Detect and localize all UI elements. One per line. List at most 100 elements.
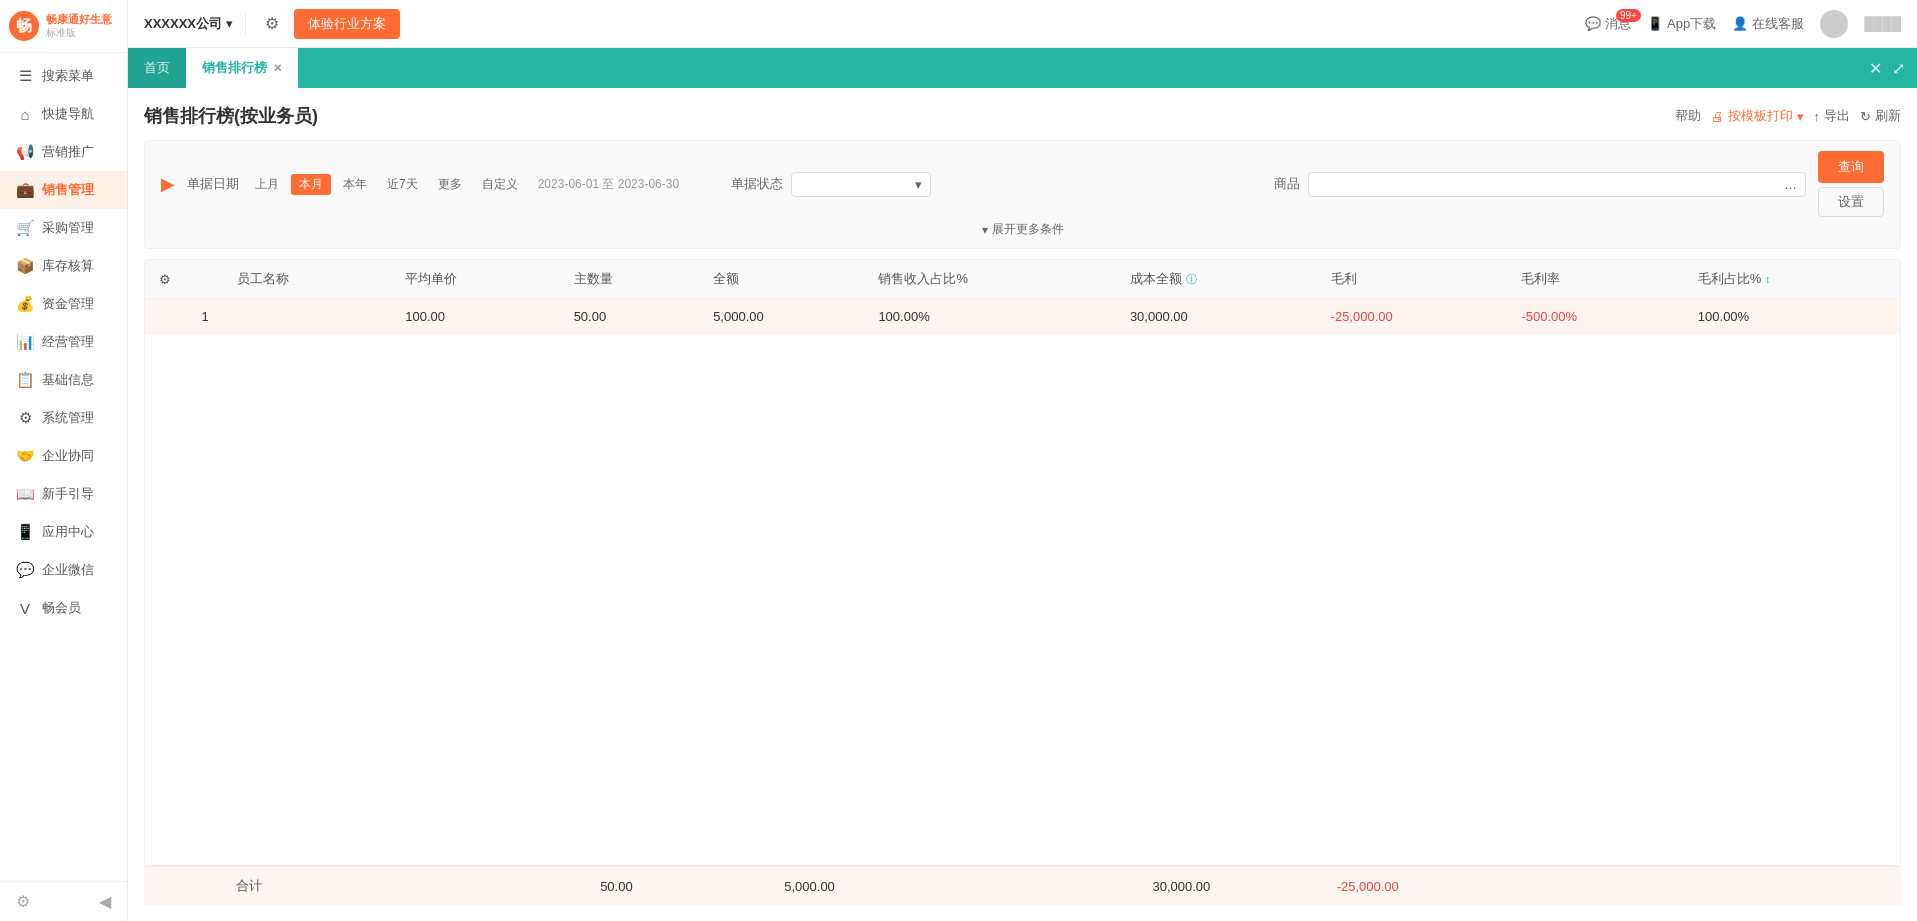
col-name: 员工名称 [225,260,393,299]
row-name [225,299,393,335]
sidebar-gear-icon[interactable]: ⚙ [16,892,30,911]
svg-text:畅: 畅 [16,17,32,34]
col-avg-price: 平均单价 [393,260,561,299]
expand-icon: ▾ [982,223,988,237]
table-body: 1 100.00 50.00 5,000.00 100.00% 30,000.0… [145,299,1900,335]
topbar-right: 💬 消息 99+ 📱 App下载 👤 在线客服 ████ [1585,10,1901,38]
print-dropdown-icon: ▾ [1797,109,1804,124]
tabbar-close-icon[interactable]: ✕ [1869,59,1882,78]
tab-sales-ranking-label: 销售排行榜 [202,59,267,77]
topbar-divider [245,14,246,34]
export-label: 导出 [1824,107,1850,125]
sidebar-nav: ☰搜索菜单⌂快捷导航 📢 营销推广 💼 销售管理 🛒采购管理📦库存核算💰资金管理📊经营管理… [0,53,127,881]
nav-label-3: 销售管理 [42,181,94,199]
row-gross-pct: 100.00% [1686,299,1900,335]
sidebar-item-3[interactable]: 💼 销售管理 [0,171,127,209]
sidebar-item-2[interactable]: 📢 营销推广 [0,133,127,171]
refresh-button[interactable]: ↻ 刷新 [1860,107,1901,125]
col-settings[interactable]: ⚙ [145,260,185,299]
row-amount: 5,000.00 [701,299,866,335]
nav-icon-3: 💼 [16,181,34,199]
expand-button[interactable]: ▾ 展开更多条件 [982,221,1064,238]
nav-label-1: 快捷导航 [42,105,94,123]
sidebar-item-9[interactable]: ⚙系统管理 [0,399,127,437]
sidebar-item-14[interactable]: V畅会员 [0,589,127,627]
service-icon: 👤 [1732,16,1748,31]
goods-label: 商品 [1274,175,1300,193]
date-tab-this-month[interactable]: 本月 [291,174,331,195]
filter-bar: ▶ 单据日期 上月 本月 本年 近7天 更多 自定义 2023-06-01 至 … [144,140,1901,249]
refresh-icon: ↻ [1860,109,1871,124]
sidebar-item-11[interactable]: 📖新手引导 [0,475,127,513]
trial-button[interactable]: 体验行业方案 [294,9,400,39]
sidebar-collapse-icon[interactable]: ◀ [99,892,111,911]
tab-close-icon[interactable]: ✕ [273,62,282,75]
goods-more-icon: … [1784,177,1797,192]
sidebar-logo: 畅 畅康通好生意 标准版 [0,0,127,53]
footer-label: 合计 [236,877,416,895]
app-download-button[interactable]: 📱 App下载 [1647,15,1716,33]
export-button[interactable]: ↑ 导出 [1814,107,1851,125]
nav-icon-7: 📊 [16,333,34,351]
col-gross-pct: 毛利占比% ↕ [1686,260,1900,299]
date-tab-last-month[interactable]: 上月 [247,174,287,195]
sidebar: 畅 畅康通好生意 标准版 ☰搜索菜单⌂快捷导航 📢 营销推广 💼 销售管理 🛒采购管理📦库… [0,0,128,921]
col-gross-rate: 毛利率 [1509,260,1685,299]
sidebar-item-5[interactable]: 📦库存核算 [0,247,127,285]
query-button[interactable]: 查询 [1818,151,1884,183]
app-name: 畅康通好生意 [46,12,112,26]
nav-label-12: 应用中心 [42,523,94,541]
online-service-button[interactable]: 👤 在线客服 [1732,15,1804,33]
nav-label-14: 畅会员 [42,599,81,617]
sidebar-item-0[interactable]: ☰搜索菜单 [0,57,127,95]
date-tabs: 上月 本月 本年 近7天 更多 自定义 [247,174,526,195]
filter-collapse-btn[interactable]: ▶ [161,173,175,195]
date-tab-this-year[interactable]: 本年 [335,174,375,195]
date-tab-custom[interactable]: 自定义 [474,174,526,195]
topbar-settings-button[interactable]: ⚙ [258,10,286,38]
expand-label: 展开更多条件 [992,221,1064,238]
company-selector[interactable]: XXXXXX公司 ▾ [144,15,233,33]
date-range: 2023-06-01 至 2023-06-30 [538,176,679,193]
nav-icon-13: 💬 [16,561,34,579]
sidebar-item-13[interactable]: 💬企业微信 [0,551,127,589]
status-select[interactable]: ▾ [791,172,931,197]
main-area: XXXXXX公司 ▾ ⚙ 体验行业方案 💬 消息 99+ 📱 App下载 👤 在… [128,0,1917,921]
settings-side-button[interactable]: 设置 [1818,187,1884,217]
nav-label-2: 营销推广 [42,143,94,161]
date-tab-7days[interactable]: 近7天 [379,174,426,195]
tabbar-expand-icon[interactable]: ⤢ [1892,59,1905,78]
company-dropdown-icon: ▾ [226,16,233,31]
nav-label-11: 新手引导 [42,485,94,503]
row-gross-rate: -500.00% [1509,299,1685,335]
nav-icon-4: 🛒 [16,219,34,237]
row-rank: 1 [185,299,225,335]
sidebar-item-1[interactable]: ⌂快捷导航 [0,95,127,133]
filter-row: ▶ 单据日期 上月 本月 本年 近7天 更多 自定义 2023-06-01 至 … [161,151,1884,217]
date-tab-more[interactable]: 更多 [430,174,470,195]
sidebar-item-6[interactable]: 💰资金管理 [0,285,127,323]
sidebar-item-4[interactable]: 🛒采购管理 [0,209,127,247]
page-title: 销售排行榜(按业务员) [144,104,318,128]
goods-select[interactable]: … [1308,172,1806,197]
page-header: 销售排行榜(按业务员) 帮助 🖨 按模板打印 ▾ ↑ 导出 ↻ 刷新 [144,104,1901,128]
col-qty: 主数量 [562,260,702,299]
col-rank [185,260,225,299]
nav-label-9: 系统管理 [42,409,94,427]
col-amount: 全额 [701,260,866,299]
tab-sales-ranking[interactable]: 销售排行榜 ✕ [186,48,298,88]
nav-icon-2: 📢 [16,143,34,161]
sidebar-item-8[interactable]: 📋基础信息 [0,361,127,399]
tab-home[interactable]: 首页 [128,48,186,88]
user-avatar[interactable] [1820,10,1848,38]
print-button[interactable]: 🖨 按模板打印 ▾ [1711,107,1804,125]
download-icon: 📱 [1647,16,1663,31]
sidebar-item-10[interactable]: 🤝企业协同 [0,437,127,475]
message-button[interactable]: 💬 消息 99+ [1585,15,1631,33]
sidebar-item-7[interactable]: 📊经营管理 [0,323,127,361]
nav-icon-5: 📦 [16,257,34,275]
row-settings[interactable] [145,299,185,335]
app-logo-icon: 畅 [8,10,40,42]
help-button[interactable]: 帮助 [1675,107,1701,125]
sidebar-item-12[interactable]: 📱应用中心 [0,513,127,551]
